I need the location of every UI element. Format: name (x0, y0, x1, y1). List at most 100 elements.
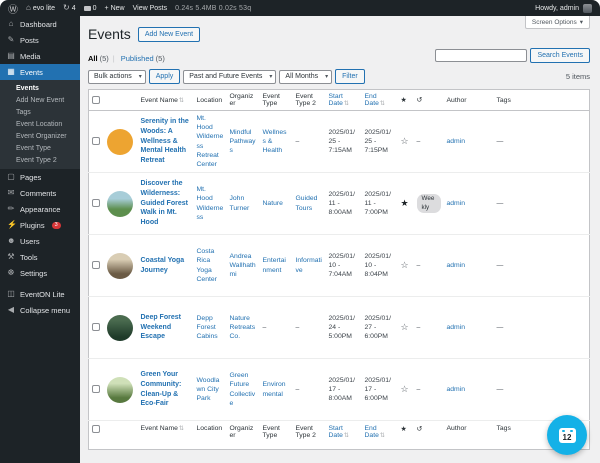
author-link[interactable]: admin (447, 200, 466, 207)
event-type-link[interactable]: Environmental (263, 381, 286, 397)
page-title: Events (88, 26, 131, 42)
filter-button[interactable]: Filter (335, 69, 365, 84)
sidebar-item-media[interactable]: ▤ Media (0, 48, 80, 64)
organizer-link[interactable]: Mindful Pathways (230, 129, 256, 154)
user-avatar[interactable] (583, 3, 592, 13)
sidebar-item-pages[interactable]: ▢ Pages (0, 169, 80, 185)
row-checkbox[interactable] (92, 199, 100, 208)
submenu-item-event-organizer[interactable]: Event Organizer (0, 130, 80, 142)
wordpress-logo-icon[interactable]: Ⓦ (8, 1, 18, 16)
row-checkbox[interactable] (92, 385, 100, 394)
event-type-link[interactable]: Nature (263, 200, 283, 207)
submenu-item-event-location[interactable]: Event Location (0, 118, 80, 130)
sidebar-item-settings[interactable]: ☸ Settings (0, 265, 80, 281)
event-type-link[interactable]: Entertainment (263, 257, 286, 273)
end-date-value: 2025/01/25 - 7:15PM (364, 128, 391, 155)
select-all-checkbox[interactable] (92, 425, 100, 434)
site-name-menu[interactable]: ⌂ evo lite (26, 4, 55, 12)
repeat-icon: ↺ (416, 426, 423, 434)
view-filter-all[interactable]: All (5) (88, 54, 109, 63)
performance-stats[interactable]: 0.24s 5.4MB 0.02s 53q (175, 5, 251, 12)
submenu-item-tags[interactable]: Tags (0, 106, 80, 118)
sidebar-item-label: Comments (20, 188, 57, 198)
support-chat-button[interactable]: 12 (547, 415, 587, 455)
sidebar-item-comments[interactable]: ✉ Comments (0, 185, 80, 201)
column-end-date[interactable]: End Date⇅ (361, 89, 398, 111)
featured-star-toggle[interactable]: ☆ (401, 260, 409, 270)
apply-button[interactable]: Apply (148, 69, 181, 84)
event-type-2-link[interactable]: Guided Tours (296, 195, 318, 211)
column-start-date[interactable]: Start Date⇅ (325, 420, 362, 450)
sidebar-item-label: Dashboard (20, 19, 57, 29)
sidebar-item-appearance[interactable]: ✏ Appearance (0, 201, 80, 217)
author-link[interactable]: admin (447, 138, 466, 145)
event-thumbnail[interactable] (106, 252, 133, 279)
repeat-value: – (416, 323, 421, 331)
author-link[interactable]: admin (447, 324, 466, 331)
event-date-filter-select[interactable]: Past and Future Events ▾ (183, 69, 277, 84)
event-thumbnail[interactable] (106, 190, 133, 217)
sidebar-item-collapse-menu[interactable]: ◀ Collapse menu (0, 302, 80, 318)
sidebar-item-tools[interactable]: ⚒ Tools (0, 249, 80, 265)
media-icon: ▤ (7, 51, 15, 60)
organizer-link[interactable]: Andrea Wallhathmi (230, 253, 256, 278)
event-title-link[interactable]: Coastal Yoga Journey (141, 256, 191, 276)
howdy-account-menu[interactable]: Howdy, admin (535, 5, 579, 12)
column-event-name[interactable]: Event Name⇅ (137, 89, 194, 111)
featured-star-toggle[interactable]: ☆ (401, 322, 409, 332)
organizer-link[interactable]: John Turner (230, 195, 250, 211)
organizer-link[interactable]: Green Future Collective (230, 372, 256, 407)
event-title-link[interactable]: Serenity in the Woods: A Wellness & Ment… (141, 117, 191, 166)
months-filter-select[interactable]: All Months ▾ (279, 69, 333, 84)
submenu-item-events[interactable]: Events (0, 82, 80, 94)
location-link[interactable]: Depp Forest Cabins (197, 315, 218, 340)
sidebar-item-posts[interactable]: ✎ Posts (0, 32, 80, 48)
event-thumbnail[interactable] (106, 376, 133, 403)
view-posts-link[interactable]: View Posts (133, 5, 168, 12)
submenu-item-event-type[interactable]: Event Type (0, 142, 80, 154)
location-link[interactable]: Mt. Hood Wilderness Retreat Center (197, 115, 224, 168)
event-type-link[interactable]: Wellness & Health (263, 129, 287, 154)
location-link[interactable]: Mt. Hood Wilderness (197, 186, 224, 221)
sidebar-item-plugins[interactable]: ⚡ Plugins 3 (0, 217, 80, 233)
event-title-link[interactable]: Green Your Community: Clean-Up & Eco-Fai… (141, 370, 191, 409)
featured-star-toggle[interactable]: ☆ (401, 136, 409, 146)
bulk-actions-select[interactable]: Bulk actions ▾ (88, 69, 146, 84)
event-thumbnail[interactable] (106, 128, 133, 155)
search-events-button[interactable]: Search Events (530, 48, 590, 63)
event-title-link[interactable]: Deep Forest Weekend Escape (141, 313, 191, 342)
featured-star-toggle[interactable]: ☆ (401, 384, 409, 394)
submenu-item-add-new-event[interactable]: Add New Event (0, 94, 80, 106)
column-event-name[interactable]: Event Name⇅ (137, 420, 194, 450)
sidebar-item-eventon-lite[interactable]: ◫ EventON Lite (0, 286, 80, 302)
column-end-date[interactable]: End Date⇅ (361, 420, 398, 450)
featured-star-toggle[interactable]: ★ (401, 198, 409, 208)
event-thumbnail[interactable] (106, 314, 133, 341)
select-all-checkbox[interactable] (92, 96, 100, 104)
row-checkbox[interactable] (92, 137, 100, 146)
event-type-2-link[interactable]: Informative (296, 257, 322, 273)
author-link[interactable]: admin (447, 262, 466, 269)
location-link[interactable]: Costa Rica Yoga Center (197, 248, 217, 283)
comments-menu[interactable]: 0 (83, 5, 97, 12)
chevron-down-icon: ▾ (138, 73, 142, 80)
row-checkbox[interactable] (92, 323, 100, 332)
organizer-link[interactable]: Nature Retreats Co. (230, 315, 256, 340)
end-date-value: 2025/01/11 - 7:00PM (364, 190, 391, 217)
sidebar-item-users[interactable]: ☻ Users (0, 233, 80, 249)
submenu-item-event-type-2[interactable]: Event Type 2 (0, 154, 80, 166)
sidebar-item-events[interactable]: ▦ Events (0, 64, 80, 80)
column-start-date[interactable]: Start Date⇅ (325, 89, 362, 111)
row-checkbox[interactable] (92, 261, 100, 270)
sidebar-item-dashboard[interactable]: ⌂ Dashboard (0, 16, 80, 32)
search-input[interactable] (435, 49, 528, 62)
view-filter-published[interactable]: Published (5) (109, 54, 165, 63)
updates-menu[interactable]: ↻ 4 (63, 4, 76, 12)
add-new-event-button[interactable]: Add New Event (137, 26, 201, 42)
event-title-link[interactable]: Discover the Wilderness: Guided Forest W… (141, 179, 191, 228)
author-link[interactable]: admin (447, 386, 466, 393)
location-link[interactable]: Woodlawn City Park (197, 377, 220, 402)
screen-options-tab[interactable]: Screen Options ▾ (524, 16, 590, 29)
new-content-menu[interactable]: + New (105, 5, 125, 12)
main-content: Screen Options ▾ Events Add New Event Al… (80, 16, 600, 463)
